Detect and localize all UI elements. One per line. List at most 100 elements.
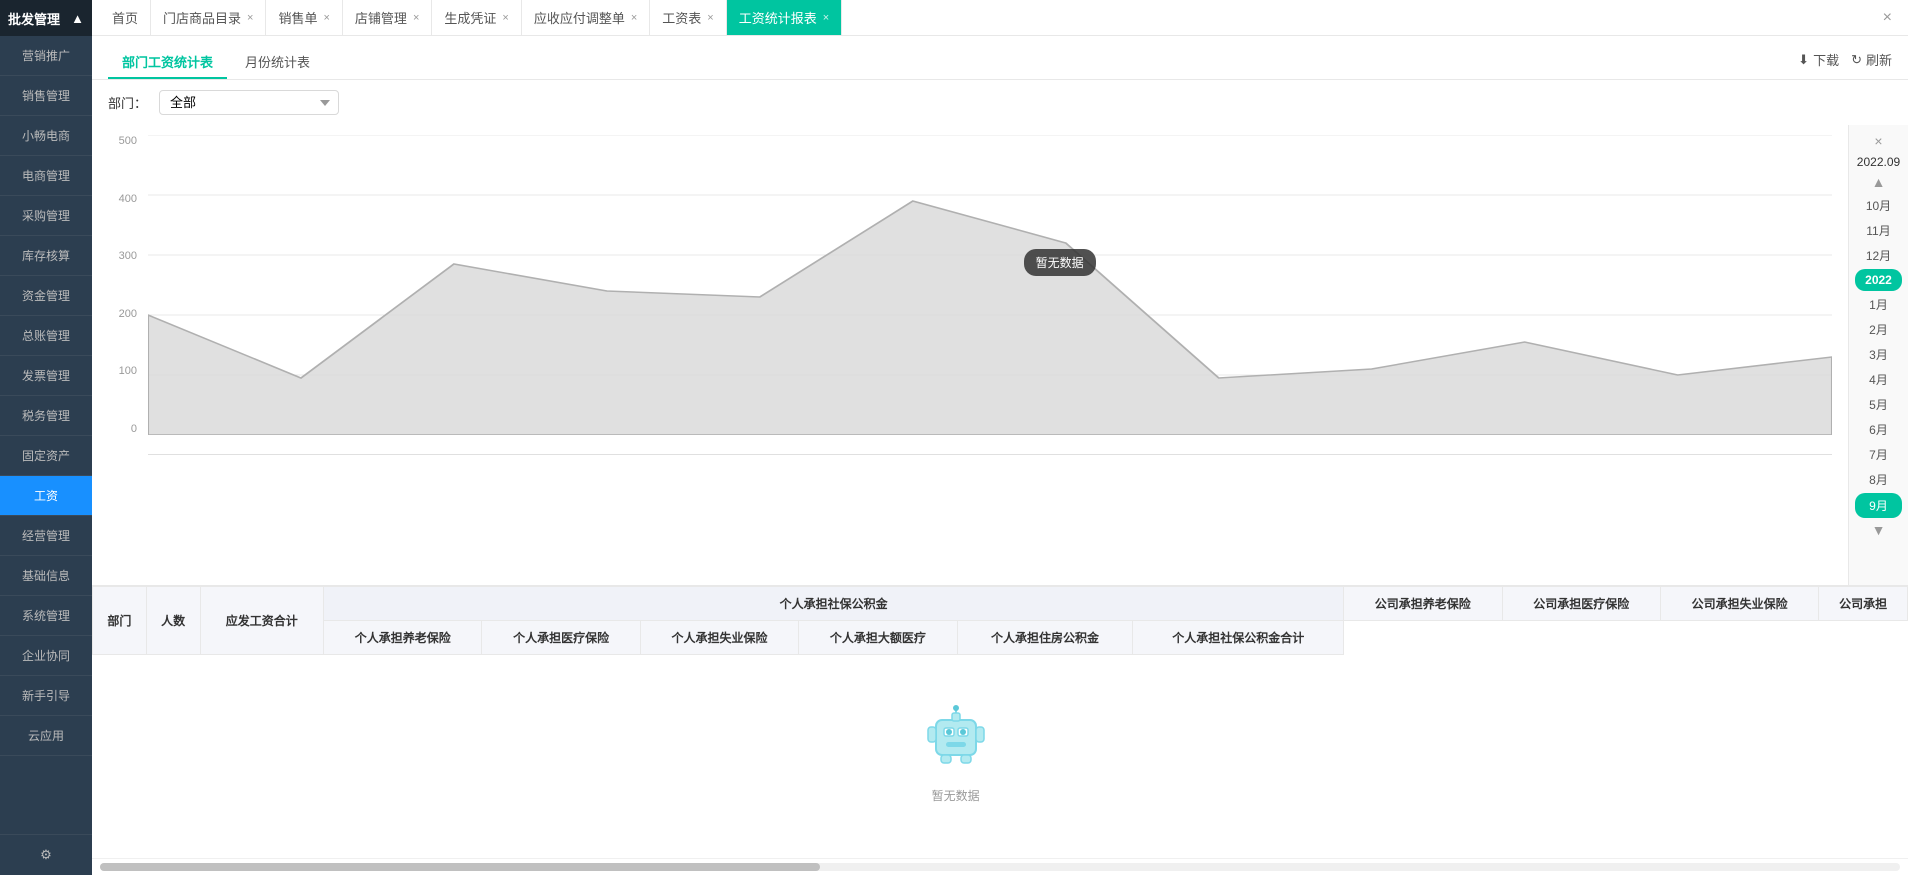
sidebar-item-cloud[interactable]: 云应用 <box>0 716 92 756</box>
col-total-salary: 应发工资合计 <box>200 587 324 655</box>
sidebar-item-purchase[interactable]: 采购管理 <box>0 196 92 236</box>
sidebar-item-operations[interactable]: 经营管理 <box>0 516 92 556</box>
sidebar-toggle-icon[interactable]: ▲ <box>71 11 84 26</box>
side-panel-close-button[interactable]: × <box>1849 129 1908 153</box>
tab-close-ar-ap-adjust[interactable]: × <box>631 12 637 24</box>
sidebar-item-marketing[interactable]: 营销推广 <box>0 36 92 76</box>
sidebar-item-invoice[interactable]: 发票管理 <box>0 356 92 396</box>
y-axis-labels: 500 400 300 200 100 0 <box>108 135 143 435</box>
close-all-button[interactable]: × <box>1883 9 1892 27</box>
download-button[interactable]: ⬇ 下载 <box>1798 50 1839 69</box>
chart-and-side: 500 400 300 200 100 0 <box>92 125 1908 585</box>
col-department: 部门 <box>93 587 147 655</box>
refresh-icon: ↻ <box>1851 52 1862 68</box>
department-select[interactable]: 全部 部门1 部门2 <box>159 90 339 115</box>
sub-tab-department[interactable]: 部门工资统计表 <box>108 46 227 79</box>
sidebar-item-ecommerce[interactable]: 电商管理 <box>0 156 92 196</box>
side-month-jan[interactable]: 1月 <box>1849 292 1908 317</box>
sidebar-item-ledger[interactable]: 总账管理 <box>0 316 92 356</box>
tab-close-payroll[interactable]: × <box>707 12 713 24</box>
tab-sales-order[interactable]: 销售单 × <box>266 0 342 36</box>
area-chart-svg <box>148 135 1832 435</box>
sidebar-item-ecommerce-small[interactable]: 小畅电商 <box>0 116 92 156</box>
col-count: 人数 <box>146 587 200 655</box>
tab-close-sales-order[interactable]: × <box>323 12 329 24</box>
sidebar-item-finance[interactable]: 资金管理 <box>0 276 92 316</box>
data-table: 部门 人数 应发工资合计 个人承担社保公积金 公司承担养老保险 公司承担医疗保险… <box>92 586 1908 844</box>
side-month-sep[interactable]: 9月 <box>1855 493 1902 518</box>
no-data-text: 暂无数据 <box>932 787 980 804</box>
sub-tabs: 部门工资统计表 月份统计表 ⬇ 下载 ↻ 刷新 <box>92 36 1908 80</box>
download-icon: ⬇ <box>1798 52 1809 68</box>
col-group-personal: 个人承担社保公积金 <box>324 587 1344 621</box>
tab-store-management[interactable]: 店铺管理 × <box>343 0 432 36</box>
tab-store-catalog[interactable]: 门店商品目录 × <box>151 0 266 36</box>
tab-close-store-management[interactable]: × <box>413 12 419 24</box>
sidebar-item-assets[interactable]: 固定资产 <box>0 436 92 476</box>
sidebar-item-sales[interactable]: 销售管理 <box>0 76 92 116</box>
col-company-unemployment: 公司承担失业保险 <box>1660 587 1818 621</box>
col-company-medical: 公司承担医疗保险 <box>1502 587 1660 621</box>
col-personal-major-medical: 个人承担大额医疗 <box>799 621 957 655</box>
col-personal-housing: 个人承担住房公积金 <box>957 621 1133 655</box>
sidebar-item-guide[interactable]: 新手引导 <box>0 676 92 716</box>
no-data-row: 暂无数据 <box>93 655 1908 845</box>
side-month-jul[interactable]: 7月 <box>1849 442 1908 467</box>
filter-row: 部门： 全部 部门1 部门2 <box>92 80 1908 125</box>
content-area: 部门工资统计表 月份统计表 ⬇ 下载 ↻ 刷新 部门： 全 <box>92 36 1908 875</box>
chart-inner: 暂无数据 <box>148 135 1832 435</box>
col-company-more: 公司承担 <box>1819 587 1908 621</box>
main-area: 首页 门店商品目录 × 销售单 × 店铺管理 × 生成凭证 × 应收应付调整单 … <box>92 0 1908 875</box>
side-month-oct[interactable]: 10月 <box>1849 193 1908 218</box>
table-scrollbar[interactable] <box>100 863 1900 871</box>
sidebar-item-tax[interactable]: 税务管理 <box>0 396 92 436</box>
no-data-icon <box>916 695 996 775</box>
tab-home[interactable]: 首页 <box>100 0 151 36</box>
col-personal-unemployment: 个人承担失业保险 <box>640 621 798 655</box>
sidebar-title: 批发管理 <box>8 9 60 28</box>
side-month-apr[interactable]: 4月 <box>1849 367 1908 392</box>
sidebar-item-system[interactable]: 系统管理 <box>0 596 92 636</box>
tab-close-store-catalog[interactable]: × <box>247 12 253 24</box>
sidebar-settings[interactable]: ⚙ <box>0 834 92 875</box>
side-month-feb[interactable]: 2月 <box>1849 317 1908 342</box>
sidebar-header: 批发管理 ▲ <box>0 0 92 36</box>
chart-wrap: 500 400 300 200 100 0 <box>108 135 1832 455</box>
chart-tooltip: 暂无数据 <box>1024 249 1096 276</box>
col-personal-medical: 个人承担医疗保险 <box>482 621 640 655</box>
sub-tab-monthly[interactable]: 月份统计表 <box>231 46 324 79</box>
side-panel-nav-down[interactable]: ▼ <box>1869 519 1889 541</box>
chart-container: 500 400 300 200 100 0 <box>92 125 1848 585</box>
sidebar-item-enterprise[interactable]: 企业协同 <box>0 636 92 676</box>
tab-generate-voucher[interactable]: 生成凭证 × <box>432 0 521 36</box>
sidebar-item-basic-info[interactable]: 基础信息 <box>0 556 92 596</box>
col-personal-pension: 个人承担养老保险 <box>324 621 482 655</box>
side-panel-nav-up[interactable]: ▲ <box>1869 171 1889 193</box>
col-personal-total: 个人承担社保公积金合计 <box>1133 621 1344 655</box>
filter-label: 部门： <box>108 93 147 112</box>
side-month-jun[interactable]: 6月 <box>1849 417 1908 442</box>
sidebar-item-inventory[interactable]: 库存核算 <box>0 236 92 276</box>
tab-close-generate-voucher[interactable]: × <box>502 12 508 24</box>
col-company-pension: 公司承担养老保险 <box>1344 587 1502 621</box>
refresh-button[interactable]: ↻ 刷新 <box>1851 50 1892 69</box>
side-panel: × 2022.09 ▲ 10月 11月 12月 2022 1月 2月 3月 4月… <box>1848 125 1908 585</box>
sidebar: 批发管理 ▲ 营销推广 销售管理 小畅电商 电商管理 采购管理 库存核算 资金管… <box>0 0 92 875</box>
no-data-area: 暂无数据 <box>93 655 1819 844</box>
side-month-may[interactable]: 5月 <box>1849 392 1908 417</box>
tab-close-payroll-report[interactable]: × <box>823 12 829 24</box>
sidebar-item-payroll[interactable]: 工资 <box>0 476 92 516</box>
side-month-nov[interactable]: 11月 <box>1849 218 1908 243</box>
table-scrollbar-thumb[interactable] <box>100 863 820 871</box>
side-year-2022-label[interactable]: 2022 <box>1855 269 1902 291</box>
tab-bar: 首页 门店商品目录 × 销售单 × 店铺管理 × 生成凭证 × 应收应付调整单 … <box>92 0 1908 36</box>
side-month-mar[interactable]: 3月 <box>1849 342 1908 367</box>
tab-payroll-report[interactable]: 工资统计报表 × <box>727 0 842 36</box>
x-axis-line <box>148 454 1832 455</box>
tab-payroll[interactable]: 工资表 × <box>650 0 726 36</box>
table-area: 部门 人数 应发工资合计 个人承担社保公积金 公司承担养老保险 公司承担医疗保险… <box>92 585 1908 858</box>
side-month-dec[interactable]: 12月 <box>1849 243 1908 268</box>
settings-icon: ⚙ <box>40 847 52 862</box>
side-month-aug[interactable]: 8月 <box>1849 467 1908 492</box>
tab-ar-ap-adjust[interactable]: 应收应付调整单 × <box>522 0 650 36</box>
